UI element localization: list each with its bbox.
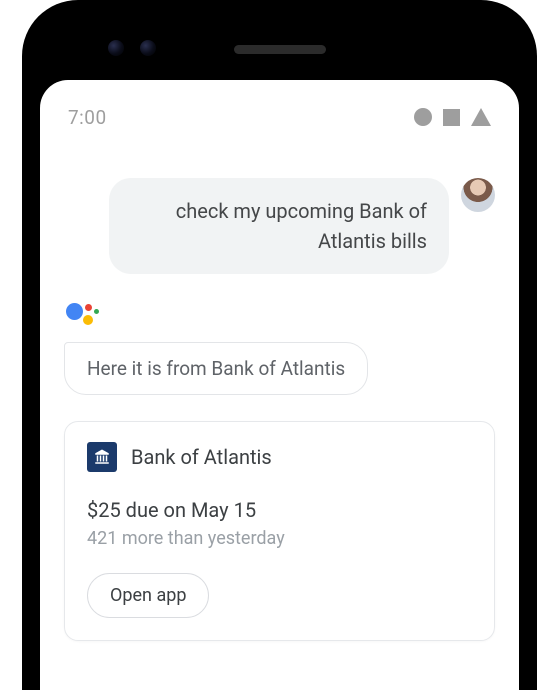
- bank-icon: [87, 442, 117, 472]
- phone-frame: 7:00 check my upcoming Bank of Atlantis …: [22, 0, 537, 690]
- user-message-row: check my upcoming Bank of Atlantis bills: [64, 178, 495, 274]
- phone-sensors: [40, 18, 519, 80]
- assistant-message-row: Here it is from Bank of Atlantis: [64, 298, 495, 395]
- phone-bezel: 7:00 check my upcoming Bank of Atlantis …: [40, 18, 519, 690]
- assistant-dot-red: [85, 304, 92, 311]
- camera-dot: [108, 40, 124, 56]
- bank-glyph: [93, 448, 111, 466]
- nav-recent-icon: [471, 108, 491, 126]
- card-header: Bank of Atlantis: [87, 442, 472, 472]
- user-avatar[interactable]: [461, 178, 495, 212]
- status-icons: [414, 108, 491, 126]
- nav-home-icon: [443, 109, 460, 126]
- nav-back-icon: [414, 108, 432, 126]
- assistant-message-bubble: Here it is from Bank of Atlantis: [64, 342, 368, 395]
- front-cameras: [108, 40, 156, 56]
- assistant-dot-blue: [66, 303, 83, 320]
- conversation-area: check my upcoming Bank of Atlantis bills…: [40, 134, 519, 641]
- assistant-logo-icon: [66, 298, 100, 332]
- user-message-bubble: check my upcoming Bank of Atlantis bills: [109, 178, 449, 274]
- clock: 7:00: [68, 106, 107, 129]
- assistant-dot-green: [94, 309, 99, 314]
- bill-card[interactable]: Bank of Atlantis $25 due on May 15 421 m…: [64, 421, 495, 641]
- screen: 7:00 check my upcoming Bank of Atlantis …: [40, 80, 519, 690]
- card-main-line: $25 due on May 15: [87, 498, 472, 522]
- open-app-button[interactable]: Open app: [87, 573, 209, 618]
- assistant-dot-yellow: [83, 315, 93, 325]
- card-sub-line: 421 more than yesterday: [87, 528, 472, 549]
- status-bar: 7:00: [40, 80, 519, 134]
- earpiece-speaker: [234, 45, 326, 54]
- card-title: Bank of Atlantis: [131, 445, 272, 469]
- camera-dot: [140, 40, 156, 56]
